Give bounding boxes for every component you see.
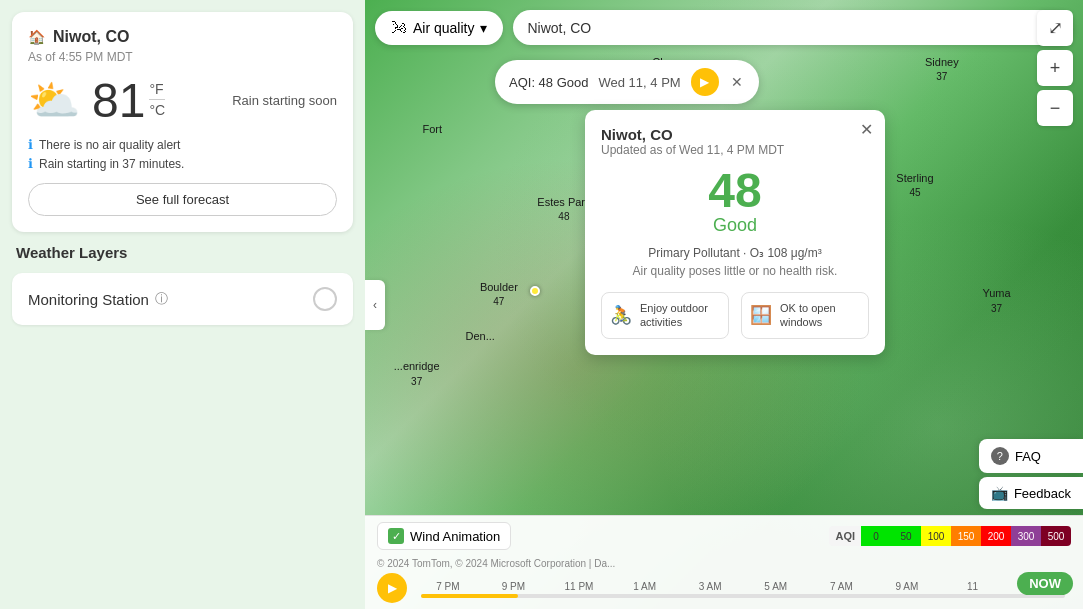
popup-risk: Air quality poses little or no health ri… xyxy=(601,264,869,278)
time-slot-1am: 1 AM xyxy=(612,579,678,594)
monitoring-station-help-icon[interactable]: ⓘ xyxy=(155,290,168,308)
zoom-in-button[interactable]: + xyxy=(1037,50,1073,86)
time-slot-7am: 7 AM xyxy=(809,579,875,594)
timeline-play-button[interactable]: ▶ xyxy=(377,573,407,603)
aqi-banner: AQI: 48 Good Wed 11, 4 PM ▶ ✕ xyxy=(495,60,759,104)
popup-city: Niwot, CO xyxy=(601,126,869,143)
wind-animation-checkbox: ✓ xyxy=(388,528,404,544)
now-button[interactable]: NOW xyxy=(1017,572,1073,595)
aqi-banner-value: AQI: 48 Good xyxy=(509,75,589,90)
feedback-label: Feedback xyxy=(1014,486,1071,501)
faq-button[interactable]: ? FAQ xyxy=(979,439,1083,473)
sidebar-toggle-button[interactable]: ‹ xyxy=(365,280,385,330)
see-full-forecast-button[interactable]: See full forecast xyxy=(28,183,337,216)
cycling-icon: 🚴 xyxy=(610,304,632,326)
aqi-banner-play-button[interactable]: ▶ xyxy=(691,68,719,96)
scale-seg-500: 500 xyxy=(1041,526,1071,546)
side-buttons: ? FAQ 📺 Feedback xyxy=(979,439,1083,509)
expand-button[interactable]: ⤢ xyxy=(1037,10,1073,46)
scale-seg-150: 150 xyxy=(951,526,981,546)
window-activity: 🪟 OK to open windows xyxy=(741,292,869,339)
aqi-banner-date: Wed 11, 4 PM xyxy=(599,75,681,90)
faq-label: FAQ xyxy=(1015,449,1041,464)
scale-seg-100: 100 xyxy=(921,526,951,546)
scale-seg-200: 200 xyxy=(981,526,1011,546)
time-slot-7pm: 7 PM xyxy=(415,579,481,594)
home-icon: 🏠 xyxy=(28,29,45,45)
rain-condition: Rain starting soon xyxy=(232,93,337,108)
left-panel: 🏠 Niwot, CO As of 4:55 PM MDT ⛅ 81 °F °C… xyxy=(0,0,365,609)
scale-seg-50: 50 xyxy=(891,526,921,546)
search-bar[interactable]: Niwot, CO 🔍 xyxy=(513,10,1073,45)
feedback-icon: 📺 xyxy=(991,485,1008,501)
air-quality-icon: 🌬 xyxy=(391,19,407,37)
monitoring-station-layer[interactable]: Monitoring Station ⓘ xyxy=(12,273,353,325)
popup-updated: Updated as of Wed 11, 4 PM MDT xyxy=(601,143,869,157)
search-text: Niwot, CO xyxy=(527,20,1031,36)
temperature-value: 81 xyxy=(92,77,145,125)
weather-city: Niwot, CO xyxy=(53,28,129,46)
map-topbar: 🌬 Air quality ▾ Niwot, CO 🔍 xyxy=(375,10,1073,45)
aqi-scale-title: AQI xyxy=(829,530,861,542)
chevron-down-icon: ▾ xyxy=(480,20,487,36)
wind-animation-button[interactable]: ✓ Wind Animation xyxy=(377,522,511,550)
wind-animation-label: Wind Animation xyxy=(410,529,500,544)
alert-text-1: There is no air quality alert xyxy=(39,138,180,152)
scale-seg-300: 300 xyxy=(1011,526,1041,546)
weather-layers-title: Weather Layers xyxy=(12,244,353,261)
timeline-progress-fill xyxy=(421,594,518,598)
map-attribution: © 2024 TomTom, © 2024 Microsoft Corporat… xyxy=(365,556,1083,571)
popup-pollutant: Primary Pollutant · O₃ 108 μg/m³ xyxy=(601,246,869,260)
window-icon: 🪟 xyxy=(750,304,772,326)
temp-unit-c: °C xyxy=(149,102,165,118)
time-slot-11pm: 11 PM xyxy=(546,579,612,594)
window-activity-text: OK to open windows xyxy=(780,301,860,330)
monitoring-station-toggle[interactable] xyxy=(313,287,337,311)
outdoor-activity-text: Enjoy outdoor activities xyxy=(640,301,720,330)
air-quality-button[interactable]: 🌬 Air quality ▾ xyxy=(375,11,503,45)
timeline-progress-bar[interactable] xyxy=(421,594,1065,598)
alert-text-2: Rain starting in 37 minutes. xyxy=(39,157,184,171)
outdoor-activity: 🚴 Enjoy outdoor activities xyxy=(601,292,729,339)
monitoring-station-label: Monitoring Station xyxy=(28,291,149,308)
map-area[interactable]: Laramie Cheyenne50 Sidney37 Sterling45 Y… xyxy=(365,0,1083,609)
location-popup: ✕ Niwot, CO Updated as of Wed 11, 4 PM M… xyxy=(585,110,885,355)
time-slot-9pm: 9 PM xyxy=(481,579,547,594)
time-slot-9am: 9 AM xyxy=(874,579,940,594)
question-icon: ? xyxy=(991,447,1009,465)
weather-card: 🏠 Niwot, CO As of 4:55 PM MDT ⛅ 81 °F °C… xyxy=(12,12,353,232)
temp-unit-f: °F xyxy=(149,81,165,100)
scale-seg-0: 0 xyxy=(861,526,891,546)
weather-condition-icon: ⛅ xyxy=(28,76,80,125)
timeline-row: ▶ 7 PM 9 PM 11 PM 1 AM 3 AM 5 AM 7 AM 9 … xyxy=(365,571,1083,609)
time-slot-11: 11 xyxy=(940,579,1006,594)
time-slot-5am: 5 AM xyxy=(743,579,809,594)
alert-info-icon-2: ℹ xyxy=(28,156,33,171)
popup-aqi-value: 48 xyxy=(601,167,869,215)
popup-aqi-label: Good xyxy=(601,215,869,236)
bottom-bar: ✓ Wind Animation AQI 0 50 100 150 200 30… xyxy=(365,515,1083,609)
zoom-out-button[interactable]: − xyxy=(1037,90,1073,126)
map-controls: ⤢ + − xyxy=(1037,10,1073,126)
alert-info-icon-1: ℹ xyxy=(28,137,33,152)
weather-as-of: As of 4:55 PM MDT xyxy=(28,50,337,64)
aqi-banner-close-button[interactable]: ✕ xyxy=(729,74,745,90)
aqi-scale: AQI 0 50 100 150 200 300 500 xyxy=(829,526,1071,546)
time-slot-3am: 3 AM xyxy=(677,579,743,594)
air-quality-label: Air quality xyxy=(413,20,474,36)
feedback-button[interactable]: 📺 Feedback xyxy=(979,477,1083,509)
popup-close-button[interactable]: ✕ xyxy=(860,120,873,139)
